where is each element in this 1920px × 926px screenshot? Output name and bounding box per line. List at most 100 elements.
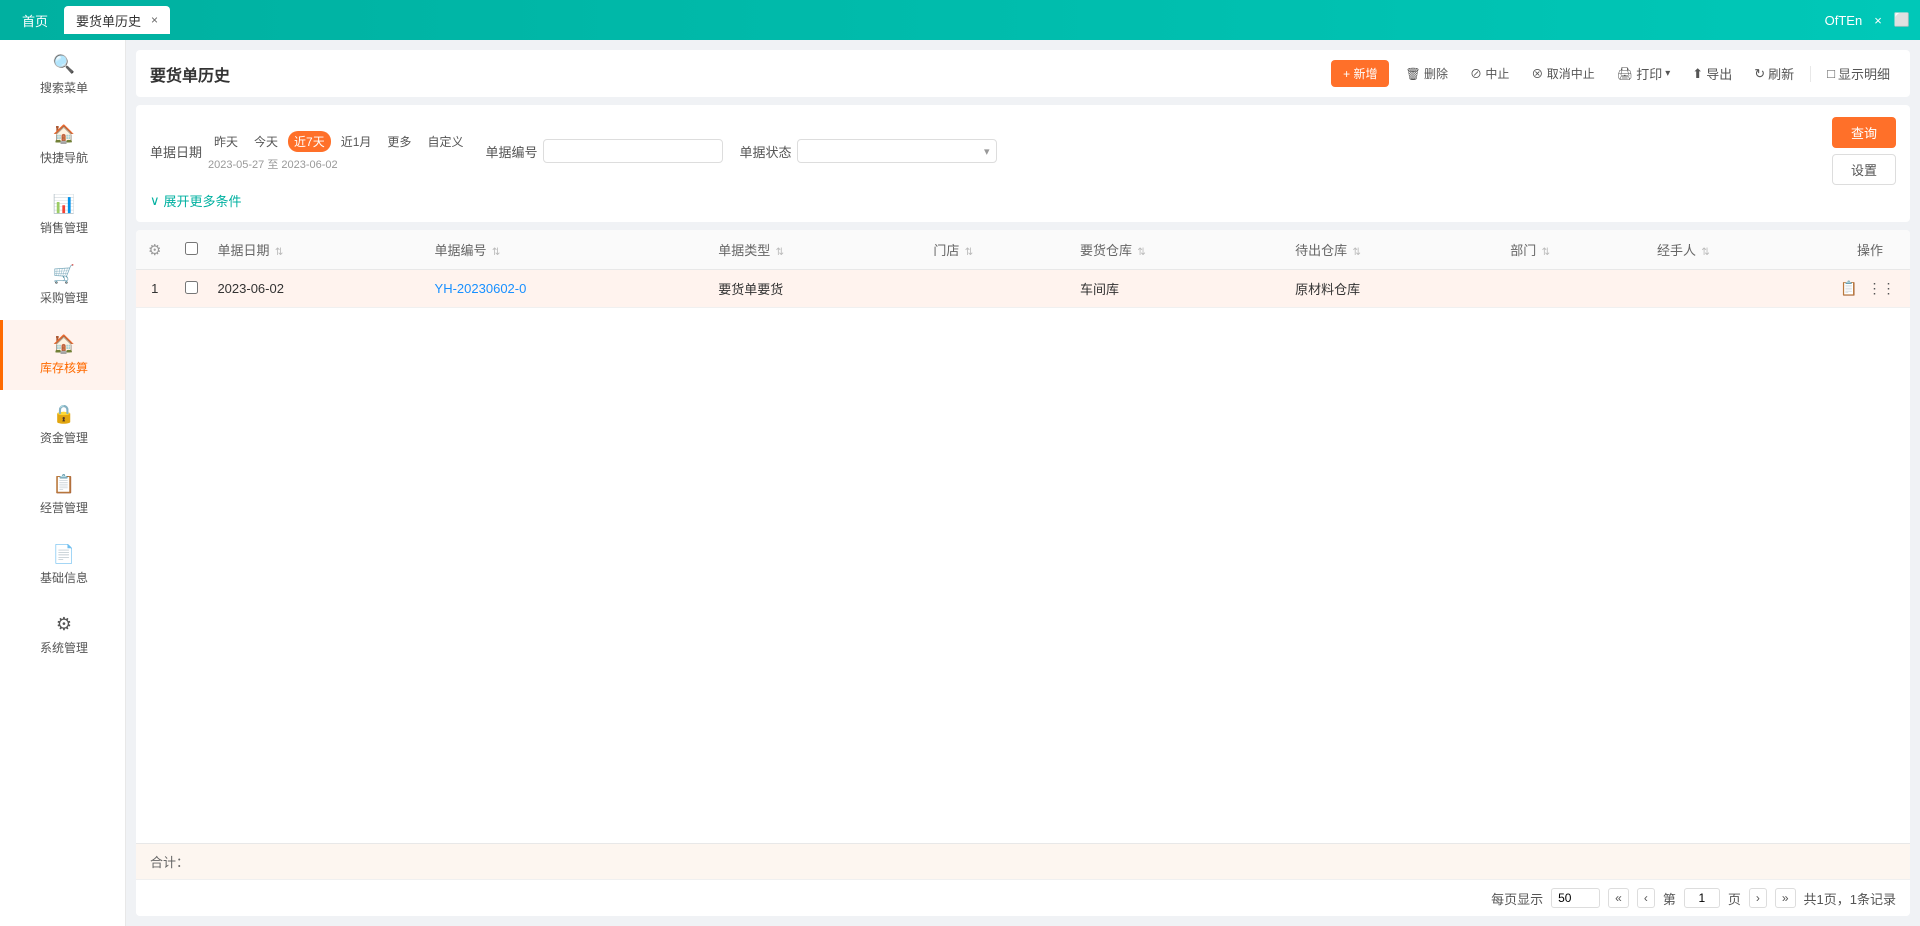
- date-shortcuts: 昨天 今天 近7天 近1月 更多 自定义: [208, 131, 469, 152]
- date-filter: 单据日期 昨天 今天 近7天 近1月 更多 自定义 2023-05-27 至 2…: [150, 131, 469, 172]
- sidebar-item-operation[interactable]: 📋 经营管理: [0, 460, 125, 530]
- date-btn-yesterday[interactable]: 昨天: [208, 131, 244, 152]
- th-date: 单据日期 ⇅: [209, 230, 426, 270]
- sort-pending-warehouse-icon[interactable]: ⇅: [1353, 247, 1361, 258]
- stop-button[interactable]: ⊘ 中止: [1464, 61, 1515, 86]
- purchase-icon: 🛒: [53, 264, 75, 285]
- td-shop-1: [925, 270, 1072, 308]
- select-all-checkbox[interactable]: [185, 242, 198, 255]
- finance-icon: 🔒: [53, 404, 75, 425]
- pagination: 每页显示 20 50 100 200 « ‹ 第 页 › » 共1页，1条记录: [136, 879, 1910, 916]
- last-page-button[interactable]: »: [1775, 888, 1796, 908]
- sort-order-no-icon[interactable]: ⇅: [492, 247, 500, 258]
- sidebar: 🔍 搜索菜单 🏠 快捷导航 📊 销售管理 🛒 采购管理 🏠 库存核算 🔒 资金管…: [0, 40, 126, 926]
- action-buttons: 查询 设置: [1832, 117, 1896, 185]
- sidebar-item-sales-label: 销售管理: [40, 219, 88, 236]
- td-row-num: 1: [136, 270, 173, 308]
- date-btn-today[interactable]: 今天: [248, 131, 284, 152]
- chevron-down-icon: ∨: [150, 193, 160, 209]
- tab-home[interactable]: 首页: [10, 6, 60, 34]
- page-size-select[interactable]: 20 50 100 200: [1551, 888, 1600, 908]
- maximize-icon[interactable]: ⬜: [1894, 12, 1910, 28]
- sidebar-item-finance-label: 资金管理: [40, 429, 88, 446]
- table-body: 1 2023-06-02 YH-20230602-0: [136, 270, 1910, 308]
- page-number-input[interactable]: [1684, 888, 1720, 908]
- order-no-filter: 单据编号: [485, 139, 723, 163]
- sort-department-icon[interactable]: ⇅: [1542, 247, 1550, 258]
- th-checkbox: [173, 230, 209, 270]
- brand-text: OfTEn: [1825, 13, 1863, 28]
- sidebar-item-search[interactable]: 🔍 搜索菜单: [0, 40, 125, 110]
- query-button[interactable]: 查询: [1832, 117, 1896, 148]
- order-no-label: 单据编号: [485, 142, 537, 161]
- status-select[interactable]: [797, 139, 997, 163]
- sidebar-item-shortcut[interactable]: 🏠 快捷导航: [0, 110, 125, 180]
- setting-button[interactable]: 设置: [1832, 154, 1896, 185]
- page-size-label: 每页显示: [1491, 889, 1543, 908]
- table-footer: 合计：: [136, 843, 1910, 879]
- search-menu-icon: 🔍: [53, 54, 75, 75]
- tab-history[interactable]: 要货单历史 ×: [64, 6, 170, 34]
- delete-button[interactable]: 🗑 删除: [1399, 61, 1454, 86]
- prev-page-button[interactable]: ‹: [1637, 888, 1655, 908]
- page-input-prefix: 第: [1663, 889, 1676, 908]
- sidebar-item-sales[interactable]: 📊 销售管理: [0, 180, 125, 250]
- toolbar-divider: [1810, 66, 1811, 82]
- sidebar-item-purchase[interactable]: 🛒 采购管理: [0, 250, 125, 320]
- cancel-stop-button[interactable]: ⊗ 取消中止: [1525, 61, 1600, 86]
- next-page-button[interactable]: ›: [1749, 888, 1767, 908]
- first-page-button[interactable]: «: [1608, 888, 1629, 908]
- th-order-type: 单据类型 ⇅: [710, 230, 925, 270]
- sort-order-type-icon[interactable]: ⇅: [776, 247, 784, 258]
- sidebar-item-inventory[interactable]: 🏠 库存核算: [0, 320, 125, 390]
- sort-date-icon[interactable]: ⇅: [275, 247, 283, 258]
- close-window-icon[interactable]: ×: [1874, 13, 1882, 28]
- row-order-no-link-1[interactable]: YH-20230602-0: [435, 281, 527, 296]
- sort-handler-icon[interactable]: ⇅: [1701, 247, 1709, 258]
- toolbar: + 新增 🗑 删除 ⊘ 中止 ⊗ 取消中止 🖨 🖨 打印 打印 ▾ ⬆ 导出 ↻…: [1331, 60, 1896, 87]
- home-icon: 🏠: [53, 124, 75, 145]
- new-button[interactable]: + 新增: [1331, 60, 1389, 87]
- sidebar-item-operation-label: 经营管理: [40, 499, 88, 516]
- refresh-button[interactable]: ↻ 刷新: [1748, 60, 1800, 87]
- status-select-wrap: ▾: [797, 139, 997, 163]
- td-order-no-1: YH-20230602-0: [427, 270, 711, 308]
- th-ops: 操作: [1830, 230, 1910, 270]
- date-btn-1month[interactable]: 近1月: [335, 131, 378, 152]
- export-label: 导出: [1706, 64, 1732, 83]
- date-btn-7days[interactable]: 近7天: [288, 131, 331, 152]
- print-button[interactable]: 🖨 🖨 打印 打印 ▾: [1611, 60, 1677, 87]
- date-btn-custom[interactable]: 自定义: [421, 131, 469, 152]
- status-label: 单据状态: [739, 142, 791, 161]
- sidebar-item-finance[interactable]: 🔒 资金管理: [0, 390, 125, 460]
- row-edit-icon-1[interactable]: 📋: [1838, 278, 1859, 299]
- expand-more-button[interactable]: ∨ 展开更多条件: [150, 191, 1896, 210]
- close-tab-icon[interactable]: ×: [151, 13, 158, 27]
- print-icon: 🖨: [1617, 66, 1634, 82]
- sort-req-warehouse-icon[interactable]: ⇅: [1137, 247, 1145, 258]
- display-detail-button[interactable]: □ □ 显示明细 显示明细: [1821, 60, 1896, 87]
- row-checkbox-1[interactable]: [185, 281, 198, 294]
- row-order-type-1: 要货单要货: [718, 282, 783, 297]
- sum-label: 合计：: [150, 852, 189, 871]
- table-settings-icon[interactable]: ⚙: [144, 238, 165, 263]
- sidebar-item-system[interactable]: ⚙ 系统管理: [0, 600, 125, 670]
- tab-history-label: 要货单历史: [76, 11, 141, 30]
- sidebar-item-basic[interactable]: 📄 基础信息: [0, 530, 125, 600]
- data-table: ⚙ 单据日期 ⇅ 单据编号 ⇅: [136, 230, 1910, 308]
- order-no-input[interactable]: [543, 139, 723, 163]
- sidebar-item-basic-label: 基础信息: [40, 569, 88, 586]
- th-ops-label: 操作: [1857, 243, 1883, 258]
- date-btn-more[interactable]: 更多: [381, 131, 417, 152]
- td-ops-1: 📋 ⋮⋮: [1830, 270, 1910, 308]
- th-order-type-label: 单据类型: [718, 243, 770, 258]
- row-date-1: 2023-06-02: [217, 281, 284, 296]
- sort-shop-icon[interactable]: ⇅: [965, 247, 973, 258]
- th-handler-label: 经手人: [1657, 243, 1696, 258]
- row-more-icon-1[interactable]: ⋮⋮: [1865, 278, 1897, 299]
- td-req-warehouse-1: 车间库: [1072, 270, 1287, 308]
- sales-icon: 📊: [53, 194, 75, 215]
- main-layout: 🔍 搜索菜单 🏠 快捷导航 📊 销售管理 🛒 采购管理 🏠 库存核算 🔒 资金管…: [0, 40, 1920, 926]
- export-button[interactable]: ⬆ 导出: [1686, 60, 1738, 87]
- th-pending-warehouse-label: 待出仓库: [1295, 243, 1347, 258]
